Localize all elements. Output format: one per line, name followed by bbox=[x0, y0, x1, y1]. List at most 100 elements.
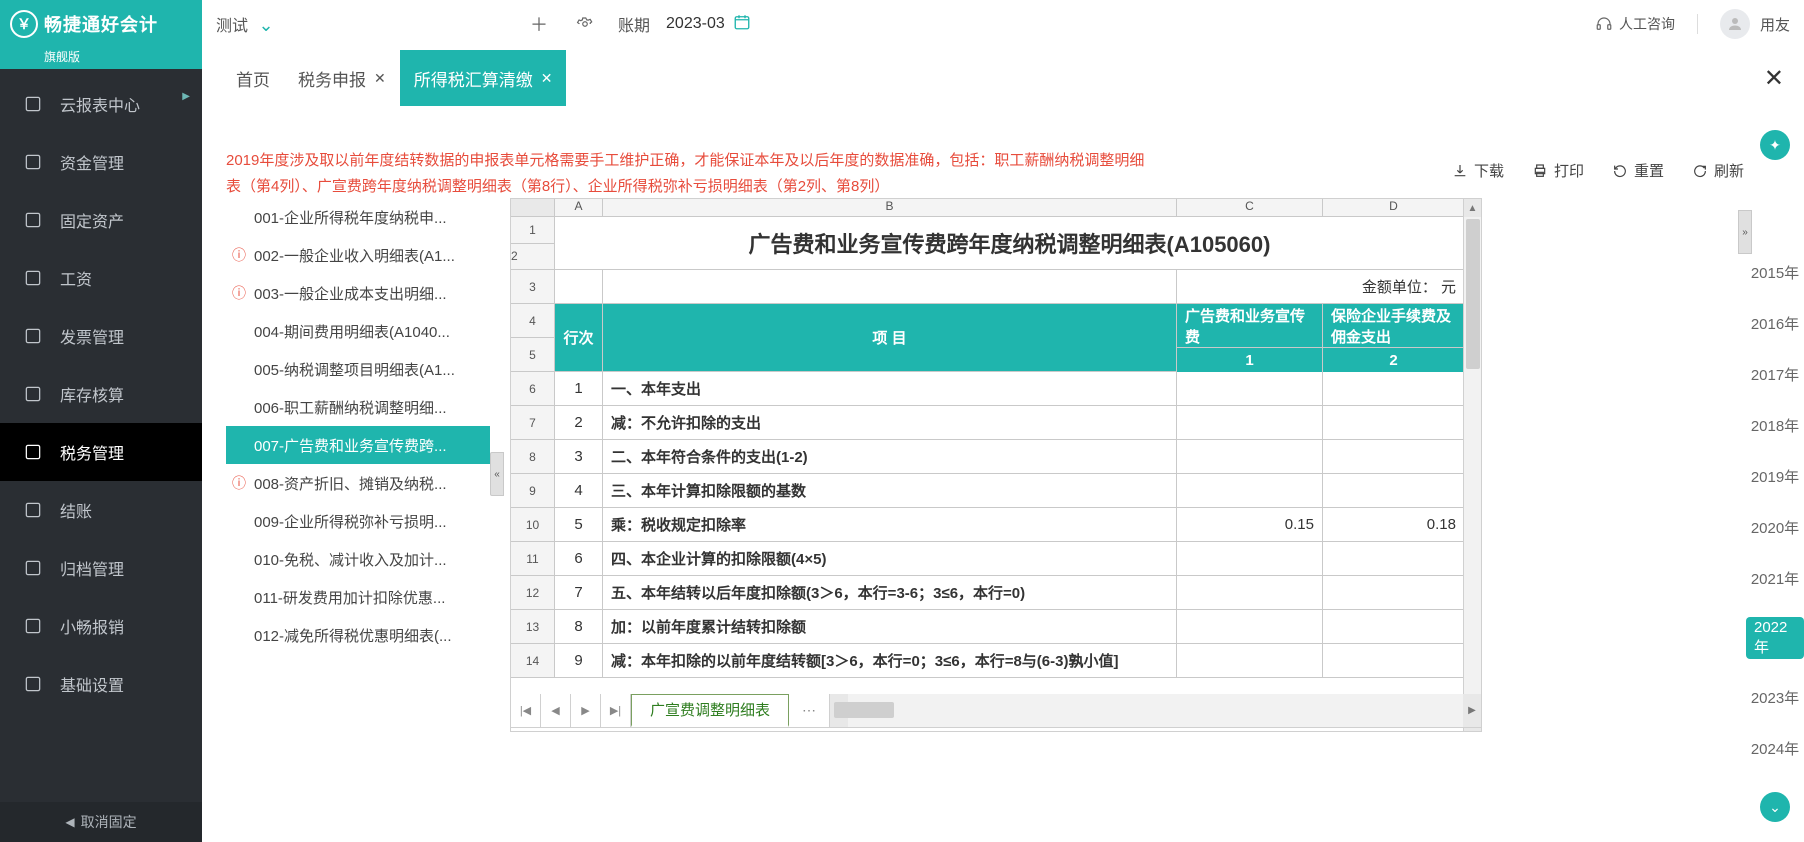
cell-rowno[interactable]: 6 bbox=[555, 542, 603, 575]
reset-button[interactable]: 重置 bbox=[1612, 160, 1664, 181]
refresh-button[interactable]: 刷新 bbox=[1692, 160, 1744, 181]
cell-item[interactable]: 二、本年符合条件的支出(1-2) bbox=[603, 440, 1177, 473]
nav-item-7[interactable]: 结账 bbox=[0, 481, 202, 539]
close-all-tabs-button[interactable]: ✕ bbox=[1764, 64, 1784, 93]
cell-c2[interactable] bbox=[1323, 440, 1465, 473]
cell-item[interactable]: 减：本年扣除的以前年度结转额[3＞6，本行=0；3≤6，本行=8与(6-3)孰小… bbox=[603, 644, 1177, 677]
year-2016年[interactable]: 2016年 bbox=[1747, 311, 1803, 336]
form-item-10[interactable]: 011-研发费用加计扣除优惠... bbox=[226, 578, 490, 616]
cell-c2[interactable] bbox=[1323, 610, 1465, 643]
cell-c1[interactable] bbox=[1177, 576, 1323, 609]
year-2015年[interactable]: 2015年 bbox=[1747, 260, 1803, 285]
col-header-A[interactable]: A bbox=[555, 199, 603, 216]
cell-item[interactable]: 五、本年结转以后年度扣除额(3＞6，本行=3-6；3≤6，本行=0) bbox=[603, 576, 1177, 609]
cell-c1[interactable] bbox=[1177, 610, 1323, 643]
print-button[interactable]: 打印 bbox=[1532, 160, 1584, 181]
add-button[interactable]: ＋ bbox=[526, 11, 552, 37]
cell-c1[interactable] bbox=[1177, 644, 1323, 677]
form-item-4[interactable]: 005-纳税调整项目明细表(A1... bbox=[226, 350, 490, 388]
form-item-3[interactable]: 004-期间费用明细表(A1040... bbox=[226, 312, 490, 350]
unpin-button[interactable]: ◀ 取消固定 bbox=[0, 802, 202, 842]
nav-item-0[interactable]: 云报表中心▶ bbox=[0, 75, 202, 133]
cell-rowno[interactable]: 9 bbox=[555, 644, 603, 677]
tab-close-icon[interactable]: ✕ bbox=[541, 70, 553, 87]
collapse-forms-handle[interactable]: « bbox=[490, 452, 504, 496]
cell-item[interactable]: 加：以前年度累计结转扣除额 bbox=[603, 610, 1177, 643]
form-item-2[interactable]: ⓘ003-一般企业成本支出明细... bbox=[226, 274, 490, 312]
row-header[interactable]: 11 bbox=[511, 542, 555, 575]
download-button[interactable]: 下载 bbox=[1452, 160, 1504, 181]
row-header[interactable]: 3 bbox=[511, 270, 555, 303]
year-2023年[interactable]: 2023年 bbox=[1747, 685, 1803, 710]
year-2020年[interactable]: 2020年 bbox=[1747, 515, 1803, 540]
row-header[interactable]: 12 bbox=[511, 217, 555, 269]
year-2022年[interactable]: 2022年 bbox=[1746, 617, 1804, 659]
row-header[interactable]: 9 bbox=[511, 474, 555, 507]
sheet-first-button[interactable]: |◀ bbox=[511, 694, 541, 727]
cell-c1[interactable] bbox=[1177, 440, 1323, 473]
cell-c2[interactable] bbox=[1323, 406, 1465, 439]
cell-c1[interactable] bbox=[1177, 406, 1323, 439]
scroll-thumb[interactable] bbox=[1466, 219, 1480, 369]
nav-item-6[interactable]: 税务管理 bbox=[0, 423, 202, 481]
tab-close-icon[interactable]: ✕ bbox=[374, 70, 386, 87]
sheet-prev-button[interactable]: ◀ bbox=[541, 694, 571, 727]
expand-panel-handle[interactable]: » bbox=[1738, 210, 1752, 254]
cell-item[interactable]: 四、本企业计算的扣除限额(4×5) bbox=[603, 542, 1177, 575]
cell-c2[interactable]: 0.18 bbox=[1323, 508, 1465, 541]
form-item-8[interactable]: 009-企业所得税弥补亏损明... bbox=[226, 502, 490, 540]
col-header-C[interactable]: C bbox=[1177, 199, 1323, 216]
sheet-next-button[interactable]: ▶ bbox=[571, 694, 601, 727]
nav-item-9[interactable]: 小畅报销 bbox=[0, 597, 202, 655]
row-header[interactable]: 12 bbox=[511, 576, 555, 609]
form-item-1[interactable]: ⓘ002-一般企业收入明细表(A1... bbox=[226, 236, 490, 274]
cell-c2[interactable] bbox=[1323, 644, 1465, 677]
vertical-scrollbar[interactable]: ▲ ▼ bbox=[1463, 199, 1481, 731]
year-2017年[interactable]: 2017年 bbox=[1747, 362, 1803, 387]
row-header[interactable]: 13 bbox=[511, 610, 555, 643]
cell-rowno[interactable]: 5 bbox=[555, 508, 603, 541]
settings-button[interactable] bbox=[572, 11, 598, 37]
cell-rowno[interactable]: 4 bbox=[555, 474, 603, 507]
row-header[interactable]: 7 bbox=[511, 406, 555, 439]
rail-top-button[interactable]: ✦ bbox=[1760, 130, 1790, 160]
row-header[interactable]: 45 bbox=[511, 304, 555, 371]
cell-item[interactable]: 三、本年计算扣除限额的基数 bbox=[603, 474, 1177, 507]
sheet-last-button[interactable]: ▶| bbox=[601, 694, 631, 727]
year-2021年[interactable]: 2021年 bbox=[1747, 566, 1803, 591]
spreadsheet[interactable]: A B C D 12广告费和业务宣传费跨年度纳税调整明细表(A105060)3金… bbox=[510, 198, 1482, 732]
nav-item-3[interactable]: 工资 bbox=[0, 249, 202, 307]
row-header[interactable]: 6 bbox=[511, 372, 555, 405]
cell-c2[interactable] bbox=[1323, 474, 1465, 507]
row-header[interactable]: 8 bbox=[511, 440, 555, 473]
rail-bottom-button[interactable]: ⌄ bbox=[1760, 792, 1790, 822]
row-header[interactable]: 10 bbox=[511, 508, 555, 541]
col-header-B[interactable]: B bbox=[603, 199, 1177, 216]
cell-c2[interactable] bbox=[1323, 576, 1465, 609]
cell-rowno[interactable]: 1 bbox=[555, 372, 603, 405]
calendar-button[interactable] bbox=[733, 13, 751, 36]
form-item-6[interactable]: 007-广告费和业务宣传费跨... bbox=[226, 426, 490, 464]
form-item-5[interactable]: 006-职工薪酬纳税调整明细... bbox=[226, 388, 490, 426]
tab-0[interactable]: 首页 bbox=[222, 50, 284, 106]
tab-2[interactable]: 所得税汇算清缴✕ bbox=[400, 50, 567, 106]
avatar[interactable] bbox=[1720, 9, 1750, 39]
cell-rowno[interactable]: 3 bbox=[555, 440, 603, 473]
support-button[interactable]: 人工咨询 bbox=[1595, 14, 1675, 34]
cell[interactable] bbox=[603, 270, 1177, 303]
cell-rowno[interactable]: 2 bbox=[555, 406, 603, 439]
nav-item-10[interactable]: 基础设置 bbox=[0, 655, 202, 713]
row-header[interactable]: 14 bbox=[511, 644, 555, 677]
cell[interactable] bbox=[555, 270, 603, 303]
cell-item[interactable]: 乘：税收规定扣除率 bbox=[603, 508, 1177, 541]
year-2018年[interactable]: 2018年 bbox=[1747, 413, 1803, 438]
form-item-0[interactable]: 001-企业所得税年度纳税申... bbox=[226, 198, 490, 236]
sheet-menu-button[interactable]: ⋯ bbox=[789, 702, 829, 719]
year-2024年[interactable]: 2024年 bbox=[1747, 736, 1803, 761]
nav-item-8[interactable]: 归档管理 bbox=[0, 539, 202, 597]
nav-item-4[interactable]: 发票管理 bbox=[0, 307, 202, 365]
horizontal-scrollbar[interactable]: ◀ ▶ bbox=[829, 694, 1481, 727]
cell-c1[interactable] bbox=[1177, 372, 1323, 405]
form-item-9[interactable]: 010-免税、减计收入及加计... bbox=[226, 540, 490, 578]
form-item-7[interactable]: ⓘ008-资产折旧、摊销及纳税... bbox=[226, 464, 490, 502]
